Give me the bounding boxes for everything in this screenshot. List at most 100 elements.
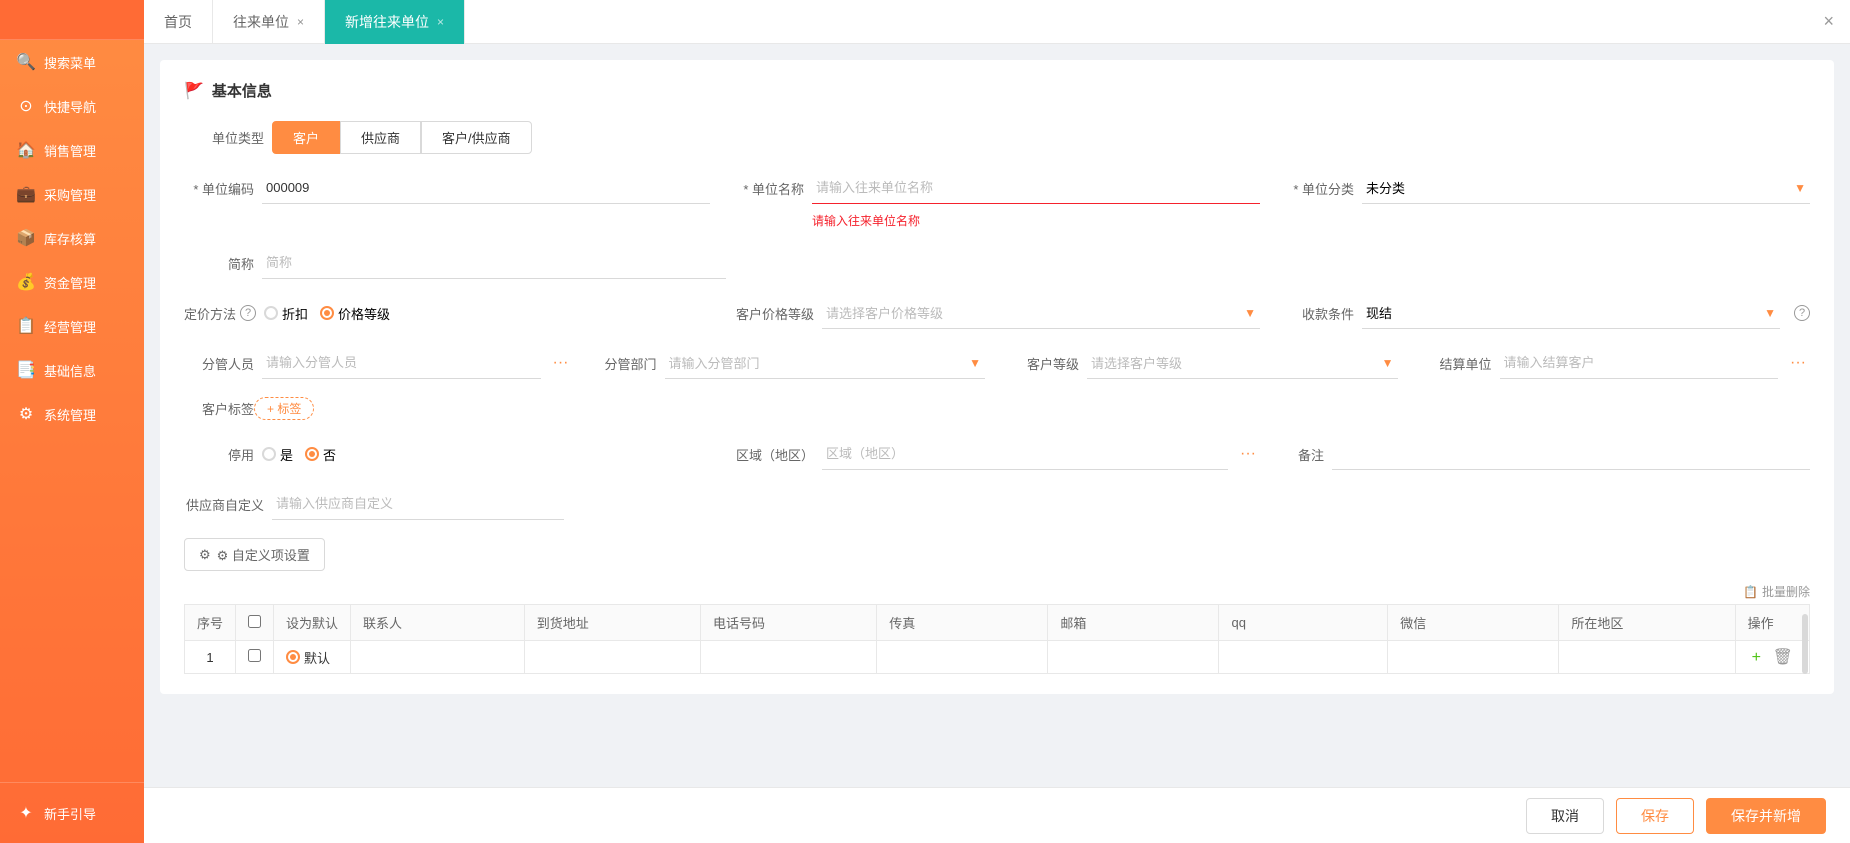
qq-input[interactable] xyxy=(1231,650,1375,665)
sidebar-item-operations[interactable]: 📋 经营管理 xyxy=(0,304,144,348)
manager-field: 分管人员 ··· xyxy=(184,347,573,379)
manager-input[interactable] xyxy=(262,347,541,379)
pricing-method-label: 定价方法 ? xyxy=(184,304,256,323)
tab-contacts[interactable]: 往来单位 × xyxy=(213,0,325,44)
region-input[interactable] xyxy=(822,438,1228,470)
sidebar-item-guide[interactable]: ✦ 新手引导 xyxy=(0,791,144,835)
unit-type-group: 客户 供应商 客户/供应商 xyxy=(272,121,532,154)
save-button[interactable]: 保存 xyxy=(1616,798,1694,834)
payment-terms-help-icon[interactable]: ? xyxy=(1794,305,1810,321)
row-checkbox[interactable] xyxy=(248,649,261,662)
unit-name-label: * 单位名称 xyxy=(734,179,804,198)
finance-icon: 💰 xyxy=(16,272,36,292)
sidebar-item-basic-info[interactable]: 📑 基础信息 xyxy=(0,348,144,392)
row-add-btn[interactable]: + xyxy=(1748,649,1765,666)
phone-input[interactable] xyxy=(713,650,864,665)
custom-settings-btn[interactable]: ⚙ ⚙ 自定义项设置 xyxy=(184,538,325,571)
fax-input[interactable] xyxy=(889,650,1035,665)
customer-price-level-placeholder: 请选择客户价格等级 xyxy=(826,303,1244,322)
unit-type-both-btn[interactable]: 客户/供应商 xyxy=(421,121,532,154)
cell-address[interactable] xyxy=(524,641,700,674)
cell-email[interactable] xyxy=(1048,641,1219,674)
save-and-new-button[interactable]: 保存并新增 xyxy=(1706,798,1826,834)
main-area: 首页 往来单位 × 新增往来单位 × × 🚩 基本信息 单位类型 客户 供应商 xyxy=(144,0,1850,843)
tab-home-label: 首页 xyxy=(164,12,192,32)
default-radio-item[interactable]: 默认 xyxy=(286,648,338,667)
remark-input[interactable] xyxy=(1332,438,1810,470)
unit-type-supplier-btn[interactable]: 供应商 xyxy=(340,121,421,154)
row-delete-btn[interactable]: 🗑 xyxy=(1769,649,1797,666)
department-placeholder: 请输入分管部门 xyxy=(669,353,970,372)
customer-price-level-select[interactable]: 请选择客户价格等级 ▼ xyxy=(822,297,1260,329)
scrollbar[interactable] xyxy=(1802,614,1808,674)
supplier-custom-input[interactable] xyxy=(272,488,564,520)
manager-more-btn[interactable]: ··· xyxy=(549,354,573,372)
region-more-btn[interactable]: ··· xyxy=(1236,445,1260,463)
tab-home[interactable]: 首页 xyxy=(144,0,213,44)
pricing-method-level-radio[interactable]: 价格等级 xyxy=(320,304,390,323)
sidebar-item-inventory[interactable]: 📦 库存核算 xyxy=(0,216,144,260)
department-chevron: ▼ xyxy=(969,356,981,370)
cell-checkbox xyxy=(236,641,274,674)
custom-settings-icon: ⚙ xyxy=(199,547,211,563)
sidebar-item-search-menu[interactable]: 🔍 搜索菜单 xyxy=(0,40,144,84)
cell-wechat[interactable] xyxy=(1388,641,1559,674)
region-field: 区域（地区） ··· xyxy=(734,438,1260,470)
payment-terms-select[interactable]: 现结 ▼ xyxy=(1362,297,1780,329)
settlement-unit-more-btn[interactable]: ··· xyxy=(1786,354,1810,372)
disabled-radio-group: 是 否 xyxy=(262,445,336,464)
tab-new-contact[interactable]: 新增往来单位 × xyxy=(325,0,465,44)
pricing-method-help-icon[interactable]: ? xyxy=(240,305,256,321)
address-input[interactable] xyxy=(537,650,688,665)
sidebar-item-quick-nav[interactable]: ⊙ 快捷导航 xyxy=(0,84,144,128)
cell-qq[interactable] xyxy=(1219,641,1388,674)
unit-name-input[interactable] xyxy=(812,172,1260,204)
sidebar-item-sales[interactable]: 🏠 销售管理 xyxy=(0,128,144,172)
pricing-method-discount-radio[interactable]: 折扣 xyxy=(264,304,308,323)
unit-category-select[interactable]: 未分类 ▼ xyxy=(1362,172,1810,204)
col-phone: 电话号码 xyxy=(701,605,877,641)
customer-tag-row: 客户标签 + 标签 xyxy=(184,397,1810,420)
sidebar-item-purchase[interactable]: 💼 采购管理 xyxy=(0,172,144,216)
cell-region[interactable] xyxy=(1559,641,1735,674)
window-close-button[interactable]: × xyxy=(1807,11,1850,32)
customer-level-select[interactable]: 请选择客户等级 ▼ xyxy=(1087,347,1398,379)
unit-code-input[interactable] xyxy=(262,172,710,204)
cell-phone[interactable] xyxy=(701,641,877,674)
wechat-input[interactable] xyxy=(1400,650,1546,665)
operations-icon: 📋 xyxy=(16,316,36,336)
abbr-field: 简称 xyxy=(184,247,726,279)
disabled-yes-radio[interactable]: 是 xyxy=(262,445,293,464)
unit-type-customer-btn[interactable]: 客户 xyxy=(272,121,340,154)
row-region-input[interactable] xyxy=(1571,650,1722,665)
disabled-row: 停用 是 否 区域（地区） ··· xyxy=(184,438,1810,470)
sidebar-item-system[interactable]: ⚙ 系统管理 xyxy=(0,392,144,436)
disabled-no-radio[interactable]: 否 xyxy=(305,445,336,464)
abbr-input[interactable] xyxy=(262,247,726,279)
email-input[interactable] xyxy=(1060,650,1206,665)
col-seq: 序号 xyxy=(185,605,236,641)
manager-label: 分管人员 xyxy=(184,354,254,373)
section-title: 🚩 基本信息 xyxy=(184,80,1810,101)
select-all-checkbox[interactable] xyxy=(248,615,261,628)
batch-delete-label[interactable]: 批量删除 xyxy=(1762,583,1810,600)
disabled-field: 停用 是 否 xyxy=(184,445,710,464)
sidebar-item-label: 系统管理 xyxy=(44,405,96,424)
customer-level-field: 客户等级 请选择客户等级 ▼ xyxy=(1009,347,1398,379)
cell-contact[interactable] xyxy=(351,641,525,674)
abbr-label: 简称 xyxy=(184,254,254,273)
contacts-table: 序号 设为默认 联系人 到货地址 电话号码 传真 邮箱 qq 微信 xyxy=(184,604,1810,674)
col-region: 所在地区 xyxy=(1559,605,1735,641)
settlement-unit-input[interactable] xyxy=(1500,347,1779,379)
sidebar-item-finance[interactable]: 💰 资金管理 xyxy=(0,260,144,304)
sidebar-item-label: 新手引导 xyxy=(44,804,96,823)
contact-input[interactable] xyxy=(363,650,512,665)
tab-new-contact-close[interactable]: × xyxy=(437,15,444,29)
tab-contacts-close[interactable]: × xyxy=(297,15,304,29)
department-select[interactable]: 请输入分管部门 ▼ xyxy=(665,347,986,379)
unit-category-field: * 单位分类 未分类 ▼ xyxy=(1284,172,1810,204)
cancel-button[interactable]: 取消 xyxy=(1526,798,1604,834)
cell-fax[interactable] xyxy=(877,641,1048,674)
customer-tag-label: 客户标签 xyxy=(184,399,254,418)
tag-add-btn[interactable]: + 标签 xyxy=(254,397,314,420)
